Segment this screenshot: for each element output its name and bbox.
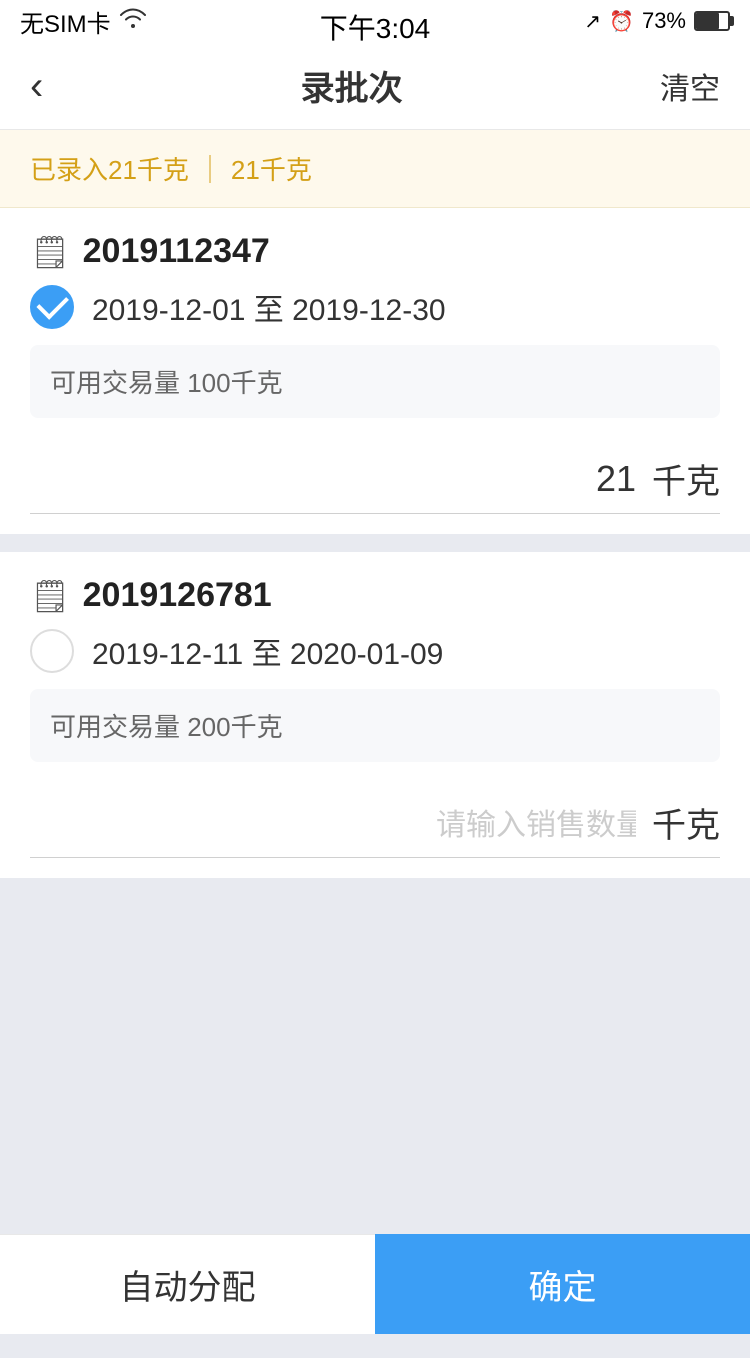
carrier-text: 无SIM卡 — [20, 4, 111, 39]
batch-2-qty-row: 千克 — [0, 782, 750, 857]
batch-2-header: 🗒 2019126781 — [30, 576, 720, 615]
alarm-icon: ⏰ — [609, 9, 634, 34]
clear-button[interactable]: 清空 — [660, 64, 720, 108]
status-time: 下午3:04 — [320, 7, 431, 47]
batch-2-date: 2019-12-11 至 2020-01-09 — [92, 629, 443, 673]
info-label: 已录入21千克 — [30, 150, 189, 187]
status-bar: 无SIM卡 下午3:04 ↗ ⏰ 73% — [0, 0, 750, 42]
batch-1-header: 🗒 2019112347 — [30, 232, 720, 271]
nav-bar: ‹ 录批次 清空 — [0, 42, 750, 130]
bottom-bar: 自动分配 确定 — [0, 1234, 750, 1334]
batch-1-container: 🗒 2019112347 2019-12-01 至 2019-12-30 可用交… — [0, 208, 750, 534]
batch-1-icon: 🗒 — [30, 233, 71, 271]
back-button[interactable]: ‹ — [30, 66, 43, 106]
batch-1-item: 🗒 2019112347 2019-12-01 至 2019-12-30 — [0, 208, 750, 329]
batch-2-id: 2019126781 — [83, 576, 272, 615]
batch-1-qty-unit: 千克 — [652, 454, 720, 503]
batch-1-date: 2019-12-01 至 2019-12-30 — [92, 285, 446, 329]
empty-area — [0, 878, 750, 1258]
batch-1-date-row: 2019-12-01 至 2019-12-30 — [30, 285, 720, 329]
wifi-icon — [119, 7, 147, 35]
batch-2-qty-input[interactable] — [436, 802, 636, 844]
batch-2-date-row: 2019-12-11 至 2020-01-09 — [30, 629, 720, 673]
batch-2-item: 🗒 2019126781 2019-12-11 至 2020-01-09 — [0, 552, 750, 673]
battery-text: 73% — [642, 8, 686, 34]
batch-1-qty-input[interactable] — [436, 458, 636, 500]
battery-icon — [694, 11, 730, 31]
status-left: 无SIM卡 — [20, 4, 147, 39]
info-value: 21千克 — [231, 150, 312, 187]
location-icon: ↗ — [584, 9, 601, 34]
batch-1-qty-row: 千克 — [0, 438, 750, 513]
batch-2-icon: 🗒 — [30, 577, 71, 615]
info-divider — [209, 155, 211, 183]
batch-1-id: 2019112347 — [83, 232, 270, 271]
batch-2-qty-unit: 千克 — [652, 798, 720, 847]
batch-2-available: 可用交易量 200千克 — [30, 689, 720, 762]
section-divider — [0, 534, 750, 552]
confirm-button[interactable]: 确定 — [375, 1234, 750, 1334]
batch-2-radio[interactable] — [30, 629, 74, 673]
auto-distribute-button[interactable]: 自动分配 — [0, 1234, 375, 1334]
batch-1-available: 可用交易量 100千克 — [30, 345, 720, 418]
batch-1-radio[interactable] — [30, 285, 74, 329]
status-right: ↗ ⏰ 73% — [584, 8, 730, 34]
info-bar: 已录入21千克 21千克 — [0, 130, 750, 208]
batch-2-container: 🗒 2019126781 2019-12-11 至 2020-01-09 可用交… — [0, 552, 750, 878]
page-title: 录批次 — [301, 61, 403, 110]
